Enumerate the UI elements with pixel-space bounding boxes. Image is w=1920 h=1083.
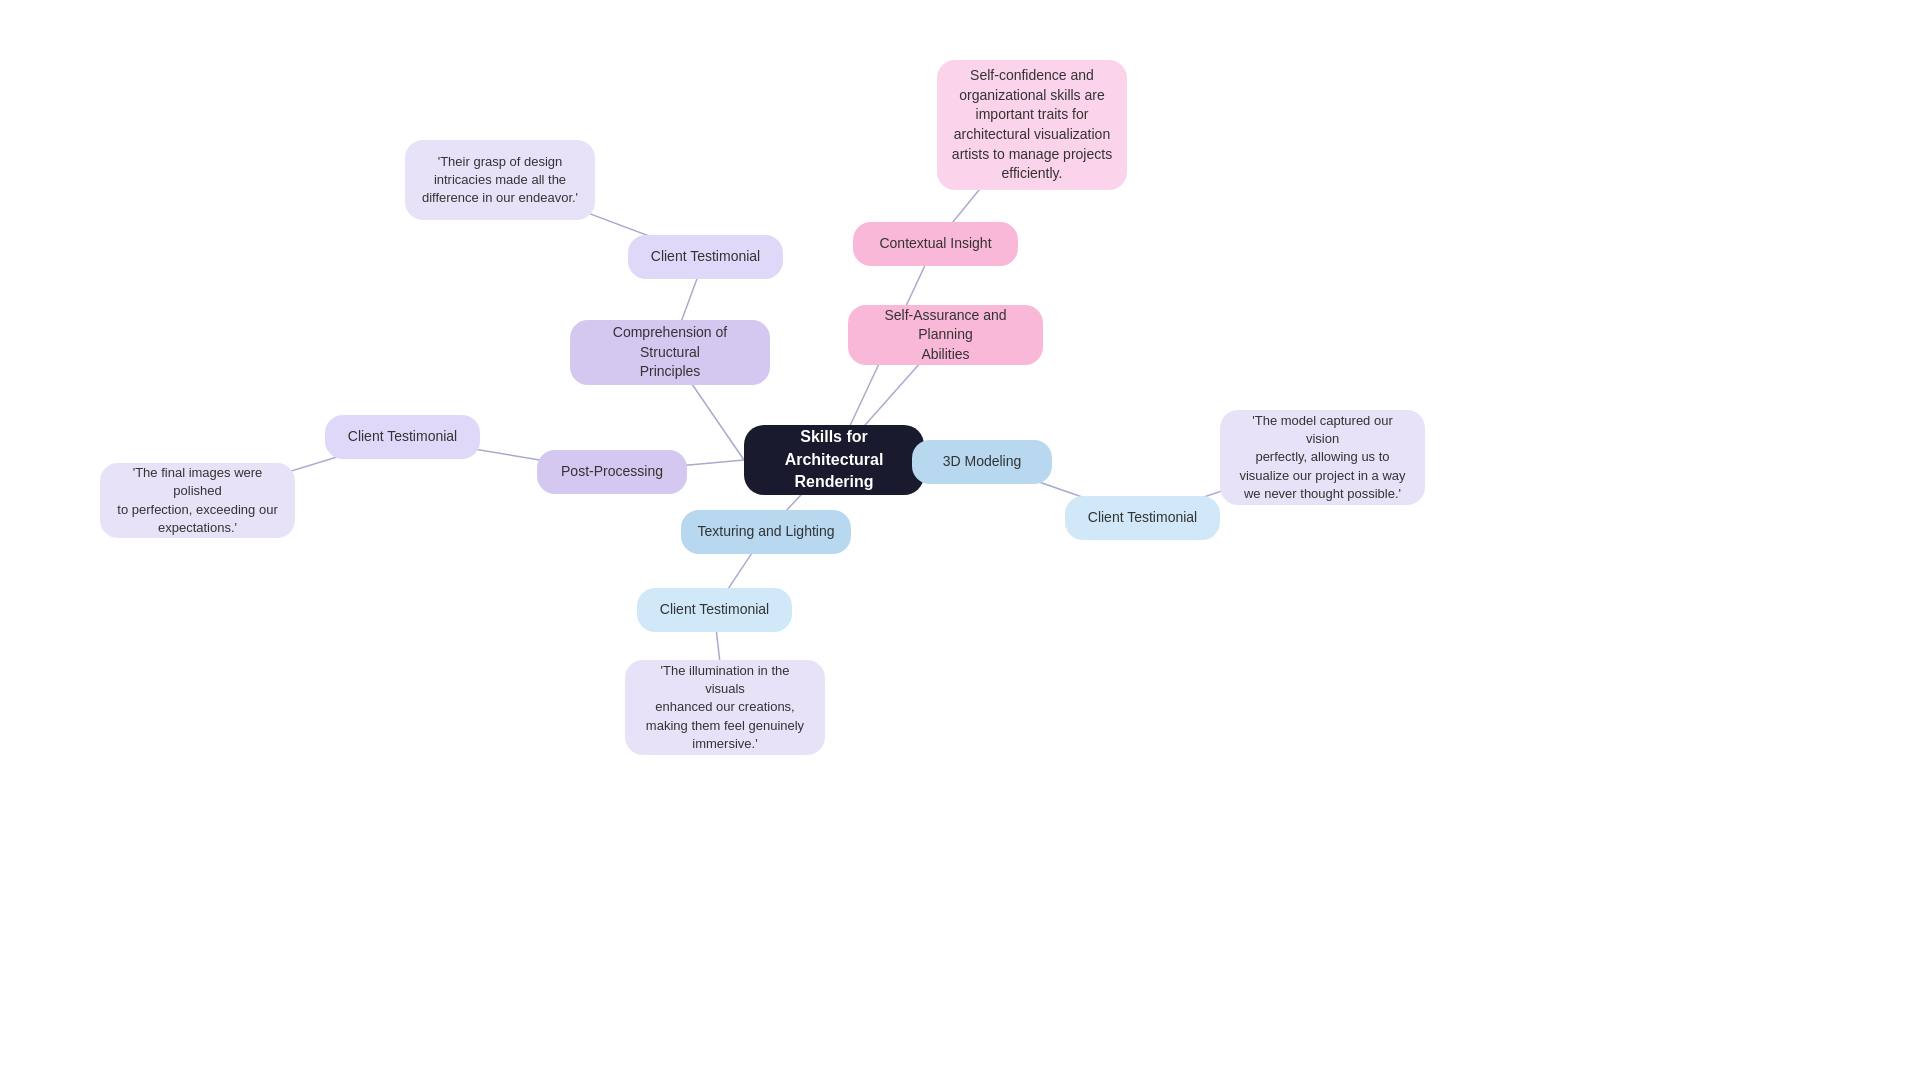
client-testimonial-top-node[interactable]: Client Testimonial [628,235,783,279]
client-testimonial-bottom-node[interactable]: Client Testimonial [637,588,792,632]
comprehension-label: Comprehension of Structural Principles [584,323,756,382]
contextual-insight-label: Contextual Insight [879,234,991,254]
texturing-lighting-label: Texturing and Lighting [698,522,835,542]
illumination-quote-node[interactable]: 'The illumination in the visuals enhance… [625,660,825,755]
client-testimonial-top-label: Client Testimonial [651,247,760,267]
modeling-3d-label: 3D Modeling [943,452,1022,472]
client-testimonial-left-label: Client Testimonial [348,427,457,447]
model-quote-node[interactable]: 'The model captured our vision perfectly… [1220,410,1425,505]
illumination-quote-label: 'The illumination in the visuals enhance… [639,662,811,753]
contextual-insight-node[interactable]: Contextual Insight [853,222,1018,266]
modeling-3d-node[interactable]: 3D Modeling [912,440,1052,484]
self-confidence-quote-label: Self-confidence and organizational skill… [952,66,1112,184]
client-testimonial-left-node[interactable]: Client Testimonial [325,415,480,459]
self-confidence-quote-node[interactable]: Self-confidence and organizational skill… [937,60,1127,190]
client-testimonial-right-node[interactable]: Client Testimonial [1065,496,1220,540]
comprehension-node[interactable]: Comprehension of Structural Principles [570,320,770,385]
grasp-quote-node[interactable]: 'Their grasp of design intricacies made … [405,140,595,220]
post-processing-node[interactable]: Post-Processing [537,450,687,494]
post-processing-label: Post-Processing [561,462,663,482]
texturing-lighting-node[interactable]: Texturing and Lighting [681,510,851,554]
client-testimonial-bottom-label: Client Testimonial [660,600,769,620]
client-testimonial-right-label: Client Testimonial [1088,508,1197,528]
self-assurance-node[interactable]: Self-Assurance and Planning Abilities [848,305,1043,365]
self-assurance-label: Self-Assurance and Planning Abilities [862,306,1029,365]
polished-quote-node[interactable]: 'The final images were polished to perfe… [100,463,295,538]
grasp-quote-label: 'Their grasp of design intricacies made … [422,153,578,208]
model-quote-label: 'The model captured our vision perfectly… [1234,412,1411,503]
polished-quote-label: 'The final images were polished to perfe… [114,464,281,537]
